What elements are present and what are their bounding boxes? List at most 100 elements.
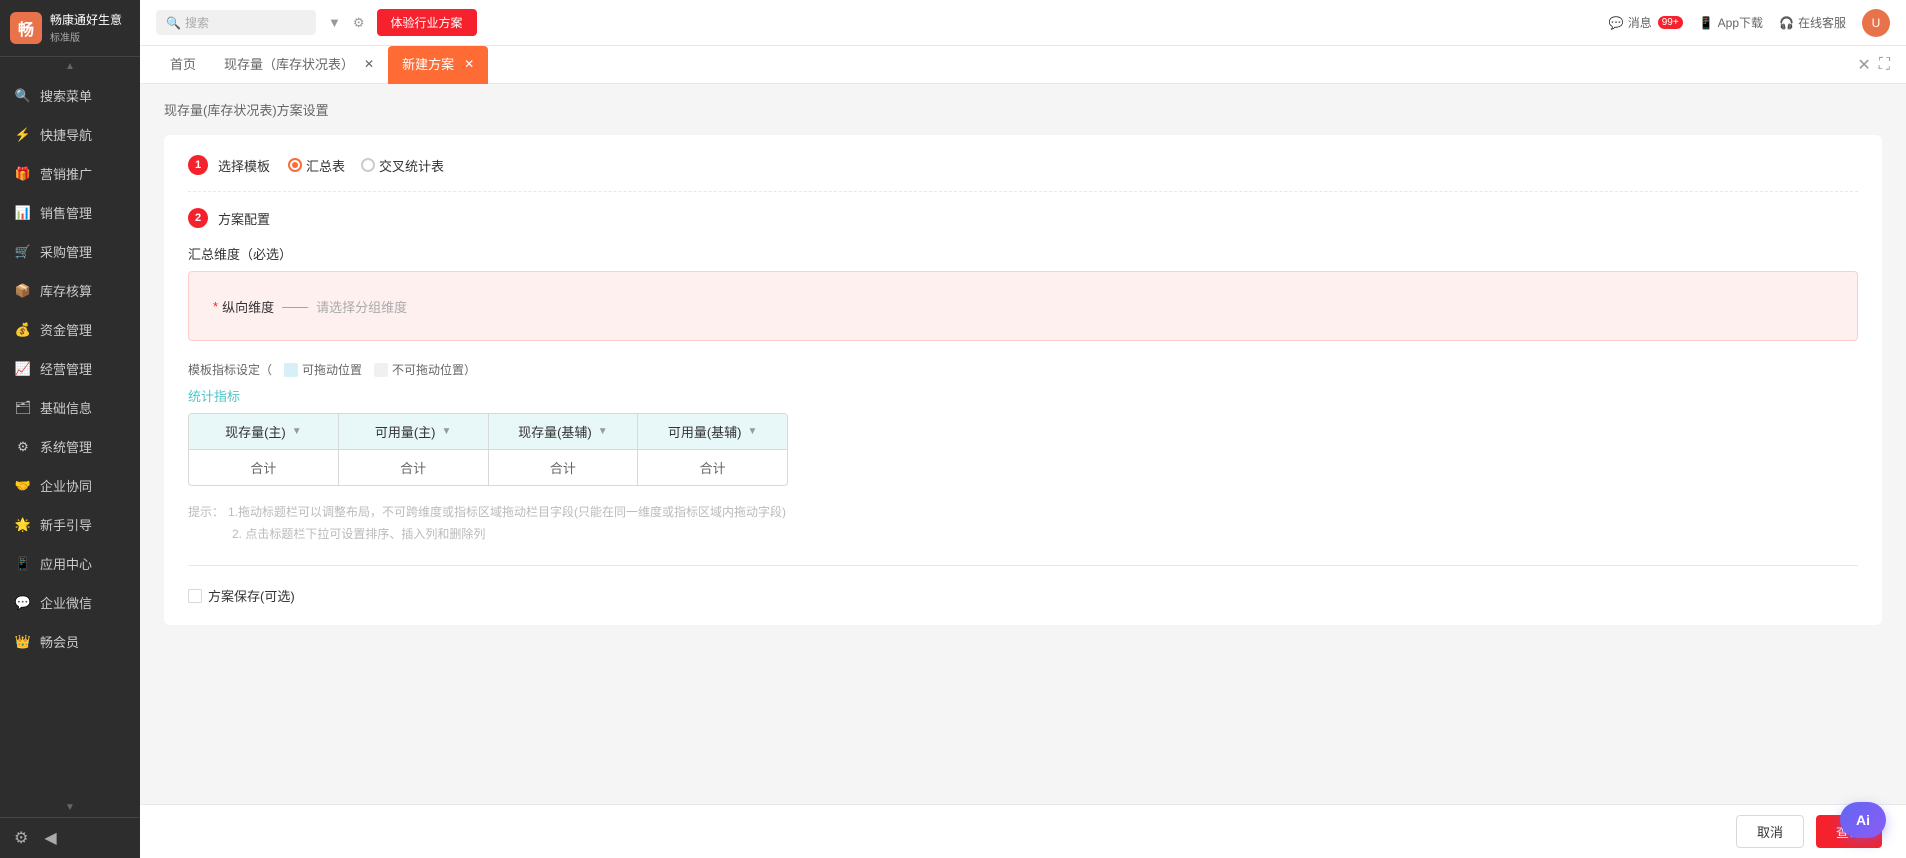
industry-plan-button[interactable]: 体验行业方案 — [377, 9, 477, 36]
main-area: 🔍 搜索 ▼ ⚙ 体验行业方案 💬 消息 99+ 📱 App下载 🎧 在线客服 — [140, 0, 1906, 858]
quick-nav-icon: ⚡ — [14, 126, 32, 144]
step2-badge: 2 — [188, 208, 208, 228]
tip-text-1: 1.拖动标题栏可以调整布局，不可跨维度或指标区域拖动栏目字段(只能在同一维度或指… — [228, 502, 786, 524]
draggable-box-icon — [284, 363, 298, 377]
sidebar-item-label: 采购管理 — [40, 242, 92, 261]
sidebar-item-member[interactable]: 👑 畅会员 — [0, 622, 140, 661]
stat-label: 统计指标 — [188, 386, 1858, 405]
sidebar-scroll-up[interactable]: ▲ — [0, 57, 140, 76]
settings-icon[interactable]: ⚙ — [353, 15, 365, 31]
sidebar-item-operations[interactable]: 📈 经营管理 — [0, 349, 140, 388]
stat-table-body: 合计 合计 合计 合计 — [189, 449, 787, 485]
template-radio-group: 汇总表 交叉统计表 — [288, 156, 444, 175]
app-logo-icon: 畅 — [10, 12, 42, 44]
operations-icon: 📈 — [14, 360, 32, 378]
sidebar-item-sales[interactable]: 📊 销售管理 — [0, 193, 140, 232]
sidebar-item-finance[interactable]: 💰 资金管理 — [0, 310, 140, 349]
tabs-bar-right: ✕ ⛶ — [1857, 55, 1890, 75]
download-icon: 📱 — [1699, 16, 1714, 30]
topbar-left: 🔍 搜索 ▼ ⚙ 体验行业方案 — [156, 9, 477, 36]
app-download-label: App下载 — [1718, 14, 1763, 31]
radio-cross[interactable]: 交叉统计表 — [361, 156, 444, 175]
sidebar-item-label: 营销推广 — [40, 164, 92, 183]
online-service-label: 在线客服 — [1798, 14, 1846, 31]
sidebar-item-corp-contract[interactable]: 🤝 企业协同 — [0, 466, 140, 505]
save-label: 方案保存(可选) — [208, 586, 295, 605]
stat-col-4-header[interactable]: 可用量(基辅) ▼ — [638, 414, 787, 449]
sales-icon: 📊 — [14, 204, 32, 222]
top-search-bar[interactable]: 🔍 搜索 — [156, 10, 316, 35]
tab-new-plan-label: 新建方案 — [402, 54, 454, 73]
headset-icon: 🎧 — [1779, 16, 1794, 30]
messages-label: 消息 — [1628, 14, 1652, 31]
sidebar-item-label: 库存核算 — [40, 281, 92, 300]
config-card: 1 选择模板 汇总表 交叉统计表 2 方案配置 — [164, 135, 1882, 625]
chevron-col-1-icon[interactable]: ▼ — [292, 426, 302, 437]
sidebar-item-label: 快捷导航 — [40, 125, 92, 144]
ai-fab-button[interactable]: Ai — [1840, 802, 1886, 838]
tab-inventory-label: 现存量（库存状况表） — [224, 54, 354, 73]
legend-draggable-label: 可拖动位置 — [302, 361, 362, 378]
messages-button[interactable]: 💬 消息 99+ — [1609, 14, 1683, 31]
sidebar-item-marketing[interactable]: 🎁 营销推广 — [0, 154, 140, 193]
user-avatar[interactable]: U — [1862, 9, 1890, 37]
tab-new-plan-close[interactable]: ✕ — [464, 57, 474, 71]
sidebar-item-basic-info[interactable]: 🗂 基础信息 — [0, 388, 140, 427]
divider2 — [188, 565, 1858, 566]
sidebar-logo: 畅 畅康通好生意 标准版 — [0, 0, 140, 57]
sidebar-scroll-down[interactable]: ▼ — [0, 798, 140, 817]
collapse-sidebar-icon[interactable]: ◀ — [44, 828, 56, 848]
system-icon: ⚙ — [14, 438, 32, 456]
sidebar-item-wechat[interactable]: 💬 企业微信 — [0, 583, 140, 622]
tab-home[interactable]: 首页 — [156, 46, 210, 84]
sidebar-item-system[interactable]: ⚙ 系统管理 — [0, 427, 140, 466]
chevron-down-icon[interactable]: ▼ — [328, 15, 341, 30]
chevron-col-2-icon[interactable]: ▼ — [442, 426, 452, 437]
purchase-icon: 🛒 — [14, 243, 32, 261]
tab-home-label: 首页 — [170, 54, 196, 73]
tab-inventory-close[interactable]: ✕ — [364, 57, 374, 71]
stat-col-2-header[interactable]: 可用量(主) ▼ — [339, 414, 489, 449]
chevron-col-3-icon[interactable]: ▼ — [598, 426, 608, 437]
tab-new-plan[interactable]: 新建方案 ✕ — [388, 46, 488, 84]
sidebar-item-search-menu[interactable]: 🔍 搜索菜单 — [0, 76, 140, 115]
chevron-col-4-icon[interactable]: ▼ — [748, 426, 758, 437]
search-menu-icon: 🔍 — [14, 87, 32, 105]
stat-col-3-label: 现存量(基辅) — [518, 422, 592, 441]
online-service-button[interactable]: 🎧 在线客服 — [1779, 14, 1846, 31]
step1-label: 选择模板 — [218, 156, 270, 175]
sidebar-item-label: 企业微信 — [40, 593, 92, 612]
settings-bottom-icon[interactable]: ⚙ — [14, 828, 28, 848]
sidebar-item-label: 系统管理 — [40, 437, 92, 456]
content-area: 现存量(库存状况表)方案设置 1 选择模板 汇总表 交叉统计表 — [140, 84, 1906, 804]
sidebar-item-quick-nav[interactable]: ⚡ 快捷导航 — [0, 115, 140, 154]
stat-col-3-body: 合计 — [489, 449, 639, 485]
basic-info-icon: 🗂 — [14, 399, 32, 417]
close-panel-icon[interactable]: ✕ — [1857, 55, 1870, 75]
expand-icon[interactable]: ⛶ — [1879, 56, 1890, 74]
avatar-icon: U — [1862, 9, 1890, 37]
sidebar-item-app-center[interactable]: 📱 应用中心 — [0, 544, 140, 583]
sidebar-item-inventory-check[interactable]: 📦 库存核算 — [0, 271, 140, 310]
stat-col-3-header[interactable]: 现存量(基辅) ▼ — [489, 414, 639, 449]
stat-col-1-header[interactable]: 现存量(主) ▼ — [189, 414, 339, 449]
dimension-box[interactable]: * 纵向维度 —— 请选择分组维度 — [188, 271, 1858, 341]
search-icon: 🔍 — [166, 16, 181, 30]
tabs-bar: 首页 现存量（库存状况表） ✕ 新建方案 ✕ ✕ ⛶ — [140, 46, 1906, 84]
sidebar-item-label: 经营管理 — [40, 359, 92, 378]
legend-draggable: 可拖动位置 — [284, 361, 362, 378]
cancel-button[interactable]: 取消 — [1736, 815, 1804, 848]
app-download-button[interactable]: 📱 App下载 — [1699, 14, 1763, 31]
sidebar-item-new-guide[interactable]: 🌟 新手引导 — [0, 505, 140, 544]
sidebar-item-purchase[interactable]: 🛒 采购管理 — [0, 232, 140, 271]
tab-inventory[interactable]: 现存量（库存状况表） ✕ — [210, 46, 388, 84]
indicator-setting-label: 模板指标设定（ — [188, 361, 272, 378]
legend-fixed: 不可拖动位置） — [374, 361, 476, 378]
app-name-block: 畅康通好生意 标准版 — [50, 12, 122, 44]
tips-section: 提示： 1.拖动标题栏可以调整布局，不可跨维度或指标区域拖动栏目字段(只能在同一… — [188, 502, 1858, 545]
radio-summary[interactable]: 汇总表 — [288, 156, 345, 175]
sidebar-item-label: 基础信息 — [40, 398, 92, 417]
save-checkbox[interactable] — [188, 589, 202, 603]
dim-dash: —— — [282, 299, 308, 314]
sidebar: 畅 畅康通好生意 标准版 ▲ 🔍 搜索菜单 ⚡ 快捷导航 🎁 营销推广 📊 销售… — [0, 0, 140, 858]
